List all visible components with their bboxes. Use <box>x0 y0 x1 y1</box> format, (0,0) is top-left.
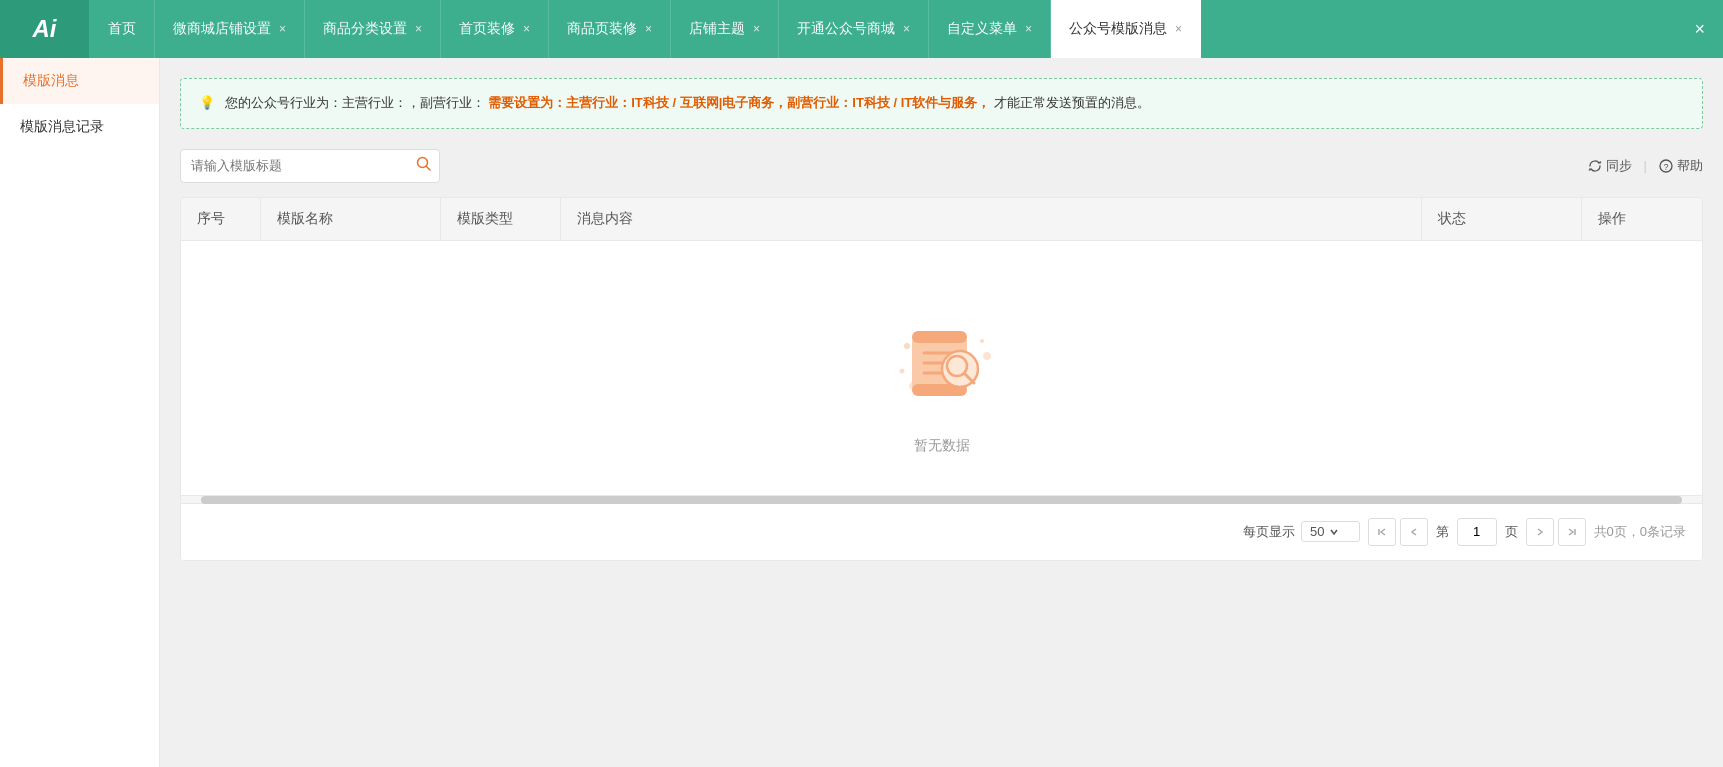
sidebar-item-0[interactable]: 模版消息 <box>0 58 159 104</box>
empty-text: 暂无数据 <box>914 437 970 455</box>
last-page-button[interactable] <box>1558 518 1586 546</box>
sync-label: 同步 <box>1606 157 1632 175</box>
page-nav: 第 页 <box>1368 518 1586 546</box>
nav-tab-close-1[interactable]: × <box>279 22 286 36</box>
nav-tab-close-5[interactable]: × <box>753 22 760 36</box>
divider: | <box>1644 158 1647 173</box>
search-left <box>180 149 440 183</box>
per-page-select[interactable]: 50 <box>1301 521 1359 542</box>
th-2: 模版类型 <box>441 198 561 240</box>
notice-icon: 💡 <box>199 95 215 110</box>
svg-point-17 <box>899 368 904 373</box>
chevron-down-icon <box>1329 527 1339 537</box>
help-label: 帮助 <box>1677 157 1703 175</box>
th-4: 状态 <box>1422 198 1582 240</box>
sync-button[interactable]: 同步 <box>1588 157 1632 175</box>
logo: Ai <box>0 0 90 58</box>
th-0: 序号 <box>181 198 261 240</box>
page-total: 共0页，0条记录 <box>1594 523 1686 541</box>
svg-point-15 <box>980 339 984 343</box>
prev-page-button[interactable] <box>1400 518 1428 546</box>
empty-icon <box>882 301 1002 421</box>
sync-icon <box>1588 159 1602 173</box>
nav-tab-1[interactable]: 微商城店铺设置× <box>155 0 305 58</box>
help-icon: ? <box>1659 159 1673 173</box>
content-area: 💡 您的公众号行业为：主营行业：，副营行业： 需要设置为：主营行业：IT科技 /… <box>160 58 1723 767</box>
notice-suffix: 才能正常发送预置的消息。 <box>994 95 1150 110</box>
per-page-label: 每页显示 <box>1243 523 1295 541</box>
scrollbar-thumb[interactable] <box>201 496 1682 504</box>
search-bar: 同步 | ? 帮助 <box>180 149 1703 183</box>
th-3: 消息内容 <box>561 198 1422 240</box>
close-all-button[interactable]: × <box>1676 19 1723 40</box>
top-nav: Ai 首页微商城店铺设置×商品分类设置×首页装修×商品页装修×店铺主题×开通公众… <box>0 0 1723 58</box>
svg-text:?: ? <box>1664 162 1669 172</box>
per-page-value: 50 <box>1310 524 1324 539</box>
svg-point-14 <box>904 343 910 349</box>
notice-prefix: 您的公众号行业为：主营行业：，副营行业： <box>225 95 485 110</box>
search-input-wrap <box>180 149 440 183</box>
sidebar-item-1[interactable]: 模版消息记录 <box>0 104 159 150</box>
page-unit: 页 <box>1505 523 1518 541</box>
help-button[interactable]: ? 帮助 <box>1659 157 1703 175</box>
table: 序号模版名称模版类型消息内容状态操作 <box>180 197 1703 561</box>
svg-point-16 <box>983 352 991 360</box>
scrollbar-area <box>181 495 1702 503</box>
search-right: 同步 | ? 帮助 <box>1588 157 1703 175</box>
nav-tab-close-7[interactable]: × <box>1025 22 1032 36</box>
page-input[interactable] <box>1457 518 1497 546</box>
notice-box: 💡 您的公众号行业为：主营行业：，副营行业： 需要设置为：主营行业：IT科技 /… <box>180 78 1703 129</box>
nav-tab-close-8[interactable]: × <box>1175 22 1182 36</box>
main-layout: 模版消息模版消息记录 💡 您的公众号行业为：主营行业：，副营行业： 需要设置为：… <box>0 58 1723 767</box>
pagination: 每页显示 50 第 <box>181 503 1702 560</box>
search-input[interactable] <box>180 149 440 183</box>
notice-highlight: 需要设置为：主营行业：IT科技 / 互联网|电子商务，副营行业：IT科技 / I… <box>488 95 990 110</box>
nav-tab-8[interactable]: 公众号模版消息× <box>1051 0 1201 58</box>
svg-rect-6 <box>912 331 967 343</box>
nav-tab-0[interactable]: 首页 <box>90 0 155 58</box>
search-icon <box>416 156 432 172</box>
empty-state: 暂无数据 <box>181 241 1702 495</box>
page-size-select: 每页显示 50 <box>1243 521 1359 542</box>
nav-tab-close-4[interactable]: × <box>645 22 652 36</box>
nav-tab-3[interactable]: 首页装修× <box>441 0 549 58</box>
page-label: 第 <box>1436 523 1449 541</box>
svg-line-1 <box>427 166 431 170</box>
th-5: 操作 <box>1582 198 1702 240</box>
nav-tab-close-2[interactable]: × <box>415 22 422 36</box>
nav-tab-close-6[interactable]: × <box>903 22 910 36</box>
table-header: 序号模版名称模版类型消息内容状态操作 <box>181 198 1702 241</box>
first-page-button[interactable] <box>1368 518 1396 546</box>
search-button[interactable] <box>416 156 432 176</box>
nav-tab-2[interactable]: 商品分类设置× <box>305 0 441 58</box>
next-page-button[interactable] <box>1526 518 1554 546</box>
nav-tab-7[interactable]: 自定义菜单× <box>929 0 1051 58</box>
sidebar: 模版消息模版消息记录 <box>0 58 160 767</box>
nav-tab-6[interactable]: 开通公众号商城× <box>779 0 929 58</box>
nav-tab-5[interactable]: 店铺主题× <box>671 0 779 58</box>
nav-tab-close-3[interactable]: × <box>523 22 530 36</box>
th-1: 模版名称 <box>261 198 441 240</box>
nav-tab-4[interactable]: 商品页装修× <box>549 0 671 58</box>
